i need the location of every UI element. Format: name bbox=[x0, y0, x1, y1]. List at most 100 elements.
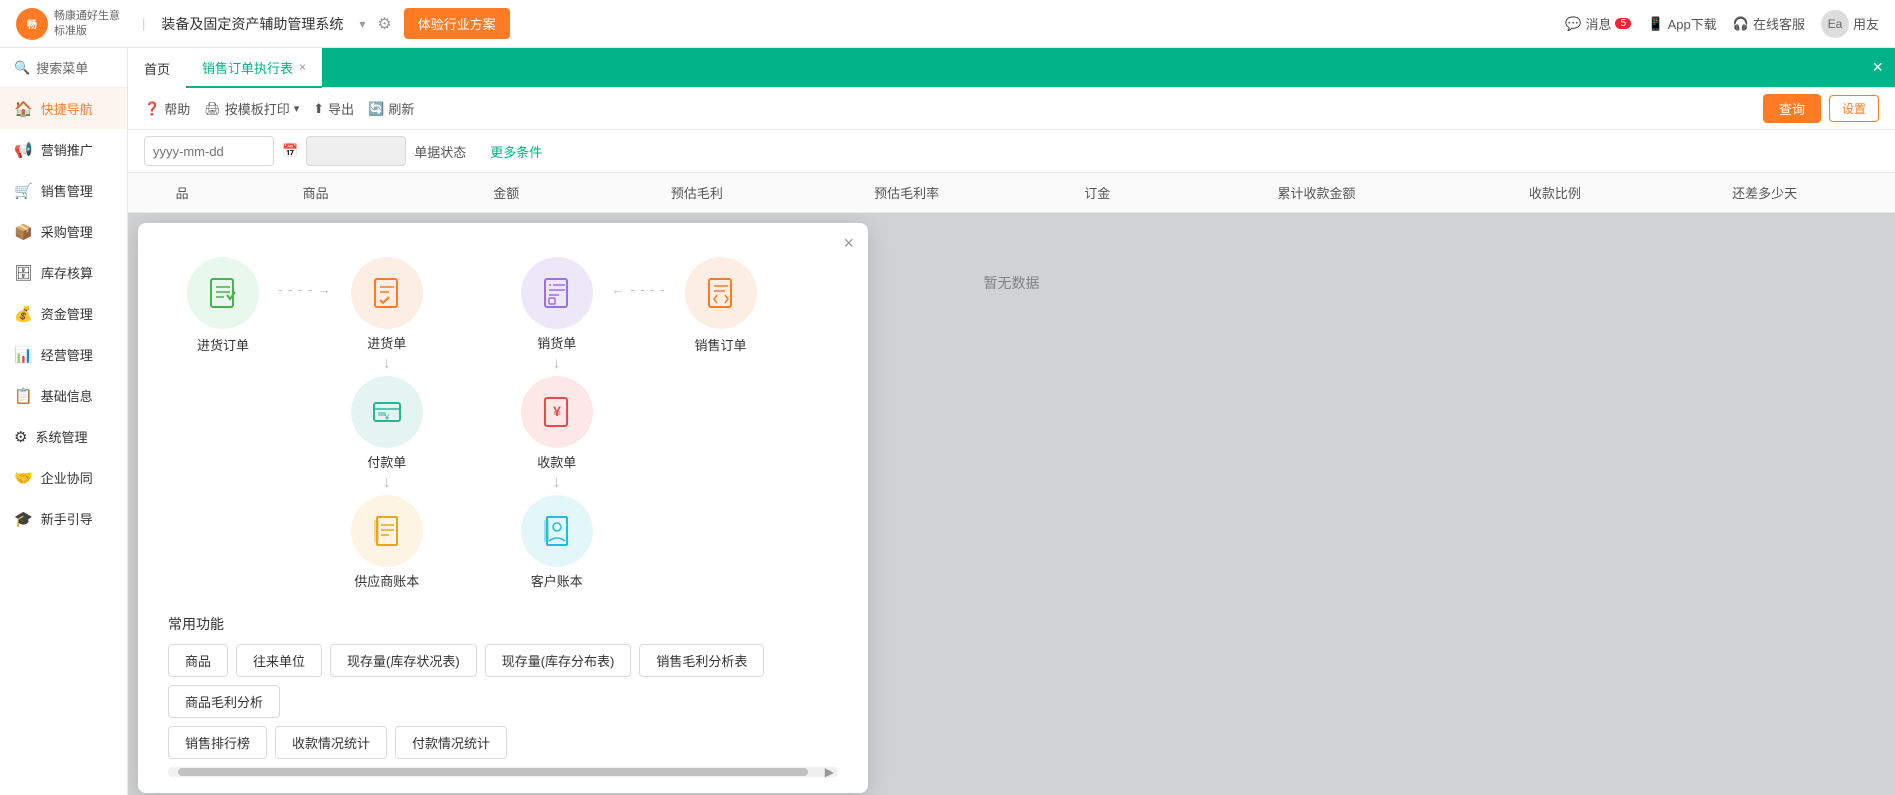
sidebar-item-operation[interactable]: 📊 经营管理 bbox=[0, 334, 127, 375]
inventory-icon: 🗄 bbox=[14, 264, 33, 282]
tab-home[interactable]: 首页 bbox=[128, 48, 186, 88]
calendar-icon: 📅 bbox=[282, 143, 298, 159]
print-btn[interactable]: 🖨 按模板打印 ▾ bbox=[204, 99, 299, 118]
refresh-btn[interactable]: 🔄 刷新 bbox=[368, 99, 414, 118]
node-sales-bill[interactable] bbox=[521, 257, 593, 329]
col-header-amount: 金额 bbox=[411, 183, 602, 202]
message-badge: 5 bbox=[1615, 18, 1631, 29]
col-header-cumulative: 累计收款金额 bbox=[1174, 183, 1460, 202]
set-button[interactable]: 设置 bbox=[1829, 95, 1879, 122]
top-right-area: 💬 消息 5 📱 App下载 🎧 在线客服 Ea 用友 bbox=[1565, 10, 1879, 38]
node-purchase-order[interactable] bbox=[187, 257, 259, 329]
sidebar-label-enterprise: 企业协同 bbox=[41, 468, 93, 487]
node-sales-order[interactable] bbox=[685, 257, 757, 329]
help-icon: ❓ bbox=[144, 101, 160, 117]
sidebar-item-quick-nav[interactable]: 🏠 快捷导航 bbox=[0, 88, 127, 129]
sidebar-item-enterprise[interactable]: 🤝 企业协同 bbox=[0, 457, 127, 498]
node-payment-bill[interactable]: ￥ bbox=[351, 376, 423, 448]
marketing-icon: 📢 bbox=[14, 141, 33, 159]
online-service-btn[interactable]: 🎧 在线客服 bbox=[1733, 14, 1805, 33]
scroll-right-btn[interactable]: ▶ bbox=[825, 767, 834, 777]
svg-text:畅: 畅 bbox=[27, 18, 37, 31]
func-btn-payment-stats[interactable]: 付款情况统计 bbox=[395, 726, 507, 759]
func-btn-receipt-stats[interactable]: 收款情况统计 bbox=[275, 726, 387, 759]
trial-button[interactable]: 体验行业方案 bbox=[404, 8, 510, 39]
node-label-sales-order: 销售订单 bbox=[695, 335, 747, 354]
sidebar-item-purchase[interactable]: 📦 采购管理 bbox=[0, 211, 127, 252]
date-start-input[interactable] bbox=[144, 136, 274, 166]
more-conditions-btn[interactable]: 更多条件 bbox=[482, 138, 550, 165]
tab-sales-order[interactable]: 销售订单执行表 × bbox=[186, 48, 322, 88]
modal-close-btn[interactable]: × bbox=[843, 233, 854, 254]
col-header-goods: 商品 bbox=[220, 183, 411, 202]
enterprise-icon: 🤝 bbox=[14, 469, 33, 487]
func-btn-sales-rank[interactable]: 销售排行榜 bbox=[168, 726, 267, 759]
tab-bar-close[interactable]: × bbox=[1860, 48, 1895, 87]
query-button[interactable]: 查询 bbox=[1763, 94, 1821, 123]
node-label-customer-ledger: 客户账本 bbox=[531, 571, 583, 590]
svg-text:¥: ¥ bbox=[553, 403, 561, 419]
gear-icon[interactable]: ⚙ bbox=[377, 14, 391, 34]
page-content: 暂无数据 × 进货订单 bbox=[128, 213, 1895, 795]
node-receipt-bill[interactable]: ¥ bbox=[521, 376, 593, 448]
search-menu-btn[interactable]: 🔍 搜索菜单 bbox=[0, 48, 127, 88]
online-service-label: 在线客服 bbox=[1753, 14, 1805, 33]
node-purchase-bill[interactable] bbox=[351, 257, 423, 329]
sidebar-item-marketing[interactable]: 📢 营销推广 bbox=[0, 129, 127, 170]
top-bar: 畅 畅康通好生意 标准版 | 装备及固定资产辅助管理系统 ▾ ⚙ 体验行业方案 … bbox=[0, 0, 1895, 48]
search-menu-label: 搜索菜单 bbox=[36, 58, 88, 77]
sidebar-item-finance[interactable]: 💰 资金管理 bbox=[0, 293, 127, 334]
sidebar-item-newbie[interactable]: 🎓 新手引导 bbox=[0, 498, 127, 539]
export-icon: ⬆ bbox=[313, 101, 324, 117]
window-close-icon[interactable]: × bbox=[1872, 57, 1883, 78]
func-btn-goods-profit[interactable]: 商品毛利分析 bbox=[168, 685, 280, 718]
svg-text:￥: ￥ bbox=[383, 413, 391, 422]
message-btn[interactable]: 💬 消息 5 bbox=[1565, 14, 1631, 33]
func-btn-sales-profit[interactable]: 销售毛利分析表 bbox=[639, 644, 764, 677]
arrow-down-customer: ↓ bbox=[553, 475, 561, 491]
sidebar-label-sales: 销售管理 bbox=[41, 181, 93, 200]
scrollbar-thumb bbox=[178, 768, 808, 776]
message-label: 消息 bbox=[1585, 14, 1611, 33]
basic-icon: 📋 bbox=[14, 387, 33, 405]
status-select[interactable] bbox=[306, 136, 406, 166]
system-dropdown-icon[interactable]: ▾ bbox=[359, 17, 365, 31]
arrow-sales: ← - - - - bbox=[612, 282, 666, 297]
sidebar-item-inventory[interactable]: 🗄 库存核算 bbox=[0, 252, 127, 293]
app-download-label: App下载 bbox=[1668, 14, 1717, 33]
sidebar-item-sales[interactable]: 🛒 销售管理 bbox=[0, 170, 127, 211]
sidebar-item-basic[interactable]: 📋 基础信息 bbox=[0, 375, 127, 416]
home-icon: 🏠 bbox=[14, 100, 33, 118]
func-btn-goods[interactable]: 商品 bbox=[168, 644, 228, 677]
col-header-gross-rate: 预估毛利率 bbox=[792, 183, 1021, 202]
func-btn-partner[interactable]: 往来单位 bbox=[236, 644, 322, 677]
print-dropdown-icon[interactable]: ▾ bbox=[294, 102, 300, 115]
func-btn-stock-status[interactable]: 现存量(库存状况表) bbox=[330, 644, 477, 677]
user-name: 用友 bbox=[1853, 14, 1879, 33]
func-btn-stock-dist[interactable]: 现存量(库存分布表) bbox=[485, 644, 632, 677]
arrow-purchase: - - - - → bbox=[278, 282, 332, 297]
common-functions-title: 常用功能 bbox=[168, 614, 838, 634]
sidebar-label-quick-nav: 快捷导航 bbox=[41, 99, 93, 118]
node-customer-ledger[interactable] bbox=[521, 495, 593, 567]
help-btn[interactable]: ❓ 帮助 bbox=[144, 99, 190, 118]
col-header-deposit: 订金 bbox=[1021, 183, 1174, 202]
newbie-icon: 🎓 bbox=[14, 510, 33, 528]
print-icon: 🖨 bbox=[204, 101, 221, 117]
tab-close-icon[interactable]: × bbox=[299, 60, 306, 74]
node-label-receipt-bill: 收款单 bbox=[537, 452, 576, 471]
export-btn[interactable]: ⬆ 导出 bbox=[313, 99, 354, 118]
node-supplier-ledger[interactable] bbox=[351, 495, 423, 567]
user-area[interactable]: Ea 用友 bbox=[1821, 10, 1879, 38]
node-label-supplier-ledger: 供应商账本 bbox=[354, 571, 419, 590]
sidebar-label-operation: 经营管理 bbox=[41, 345, 93, 364]
logo-area: 畅 畅康通好生意 标准版 bbox=[16, 8, 126, 40]
node-label-sales-bill: 销货单 bbox=[537, 333, 576, 352]
node-label-purchase-bill: 进货单 bbox=[367, 333, 406, 352]
sidebar-item-system[interactable]: ⚙ 系统管理 bbox=[0, 416, 127, 457]
flow-modal: × 进货订单 - - - - → bbox=[138, 223, 868, 793]
app-download-btn[interactable]: 📱 App下载 bbox=[1647, 14, 1716, 33]
sidebar: 🔍 搜索菜单 🏠 快捷导航 📢 营销推广 🛒 销售管理 📦 采购管理 🗄 bbox=[0, 48, 128, 795]
modal-scrollbar[interactable]: ▶ bbox=[168, 767, 838, 777]
system-icon: ⚙ bbox=[14, 428, 27, 446]
